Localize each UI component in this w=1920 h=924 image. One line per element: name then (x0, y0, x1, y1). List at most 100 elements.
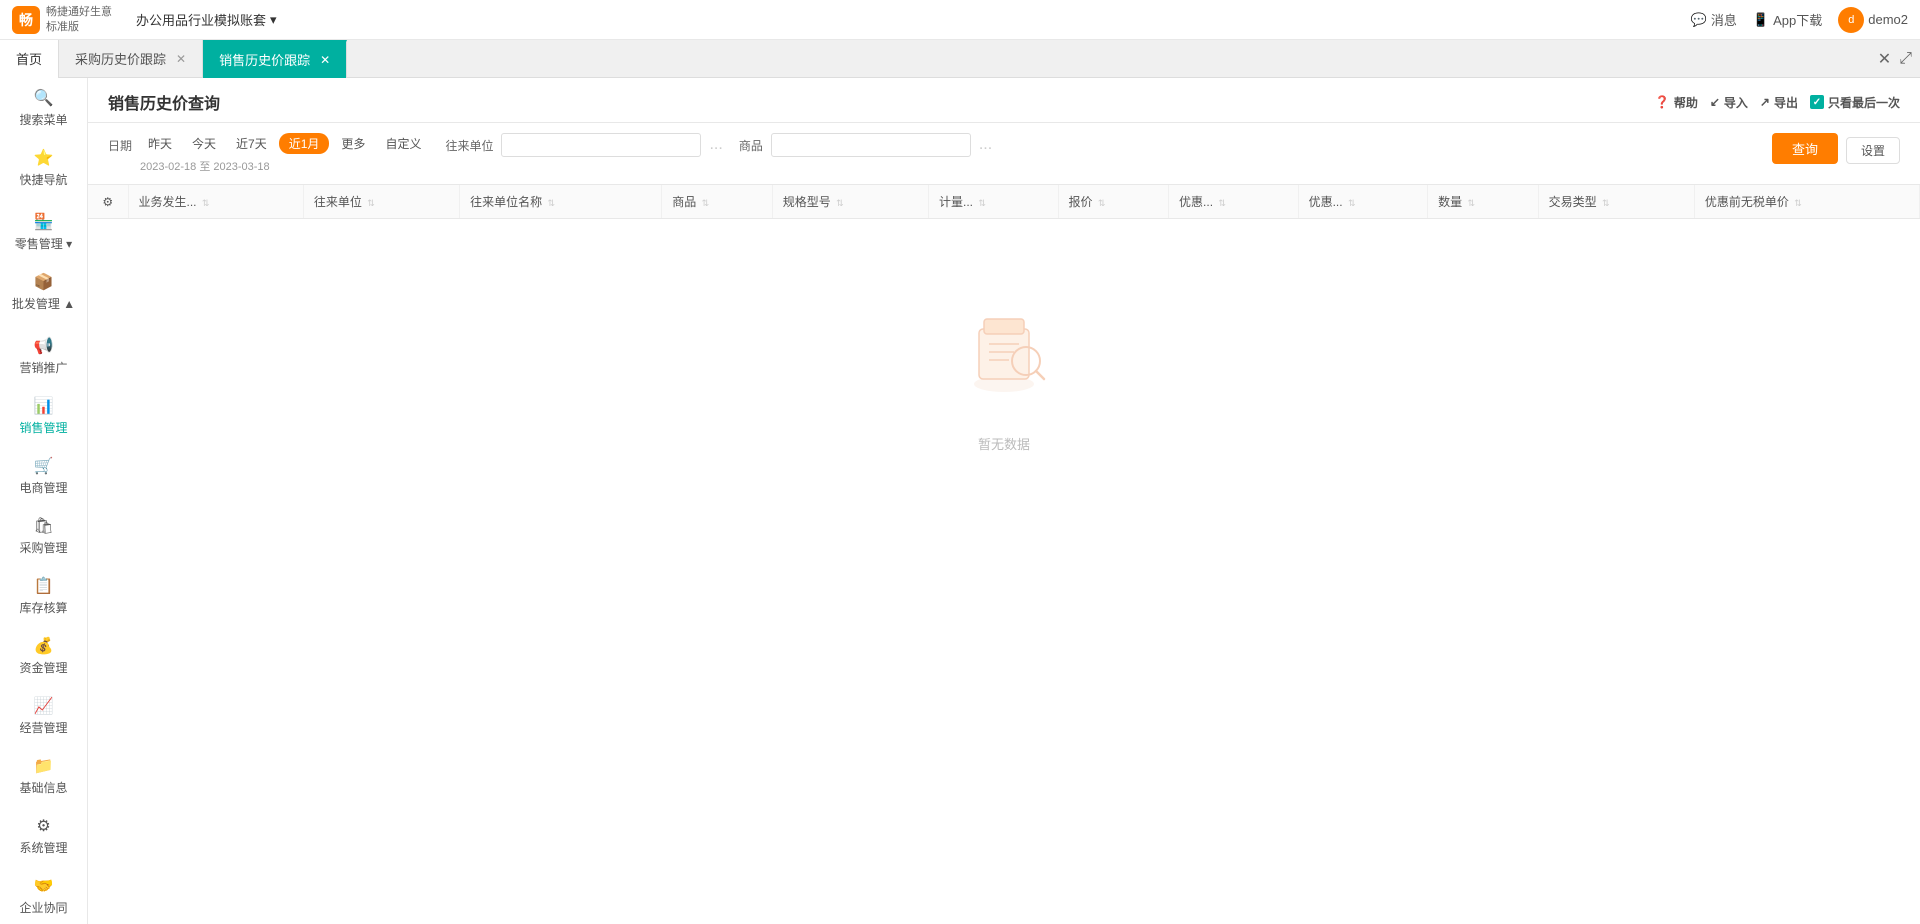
partner-input[interactable] (501, 133, 701, 157)
sort-icon-1: ⇅ (202, 198, 210, 208)
empty-state: 暂无数据 (88, 219, 1920, 533)
sidebar: 🔍 搜索菜单 ⭐ 快捷导航 🏪 零售管理 ▾ 📦 批发管理 ▲ 📢 营销推广 (0, 78, 88, 924)
sidebar-item-ecommerce[interactable]: 🛒 电商管理 (0, 446, 87, 506)
chevron-down-icon: ▾ (270, 12, 277, 28)
partner-search-icon[interactable]: ... (709, 136, 722, 154)
topbar: 畅 畅捷通好生意 标准版 办公用品行业模拟账套 ▾ 💬 消息 📱 App下载 d… (0, 0, 1920, 40)
ecommerce-icon: 🛒 (4, 456, 83, 476)
partner-filter-group: 往来单位 ... (445, 133, 722, 157)
th-pretax-price[interactable]: 优惠前无税单价 ⇅ (1694, 185, 1919, 219)
th-partner-code[interactable]: 往来单位 ⇅ (303, 185, 459, 219)
export-icon: ↗ (1760, 95, 1770, 109)
close-window-button[interactable]: ✕ (1878, 49, 1891, 69)
sidebar-item-retail[interactable]: 🏪 零售管理 ▾ (0, 202, 87, 262)
date-custom[interactable]: 自定义 (377, 133, 429, 154)
product-search-icon[interactable]: ... (979, 136, 992, 154)
th-quote-price[interactable]: 报价 ⇅ (1058, 185, 1168, 219)
tab-purchase-close[interactable]: ✕ (176, 52, 186, 66)
page-header: 销售历史价查询 ❓ 帮助 ↙ 导入 ↗ 导出 ✓ (88, 78, 1920, 123)
filter-bar: 日期 昨天 今天 近7天 近1月 更多 自定义 2023-02-18 至 202… (88, 123, 1920, 185)
date-more[interactable]: 更多 (333, 133, 373, 154)
th-spec[interactable]: 规格型号 ⇅ (772, 185, 928, 219)
sales-icon: 📊 (4, 396, 83, 416)
page-title: 销售历史价查询 (108, 90, 220, 114)
date-today[interactable]: 今天 (184, 133, 224, 154)
sort-icon-7: ⇅ (1098, 198, 1106, 208)
empty-icon (954, 299, 1054, 418)
sort-icon-12: ⇅ (1794, 198, 1802, 208)
product-input[interactable] (771, 133, 971, 157)
date-yesterday[interactable]: 昨天 (140, 133, 180, 154)
sort-icon-4: ⇅ (702, 198, 710, 208)
tab-home[interactable]: 首页 (0, 40, 59, 78)
date-7days[interactable]: 近7天 (228, 133, 275, 154)
th-quantity[interactable]: 数量 ⇅ (1428, 185, 1538, 219)
user-menu[interactable]: d demo2 (1838, 7, 1908, 33)
th-product[interactable]: 商品 ⇅ (662, 185, 772, 219)
sidebar-item-wholesale[interactable]: 📦 批发管理 ▲ (0, 262, 87, 322)
purchase-icon: 🛍 (4, 516, 83, 536)
date-label: 日期 (108, 133, 132, 154)
th-discount1[interactable]: 优惠... ⇅ (1169, 185, 1299, 219)
product-filter-group: 商品 ... (739, 133, 992, 157)
date-1month[interactable]: 近1月 (279, 133, 330, 154)
sidebar-item-sales[interactable]: 📊 销售管理 (0, 386, 87, 446)
maximize-button[interactable]: ⤢ (1899, 50, 1912, 68)
message-button[interactable]: 💬 消息 (1691, 10, 1737, 29)
marketing-icon: 📢 (4, 336, 83, 356)
sidebar-item-marketing[interactable]: 📢 营销推广 (0, 326, 87, 386)
app-download-button[interactable]: 📱 App下载 (1753, 10, 1822, 29)
sidebar-item-purchase[interactable]: 🛍 采购管理 (0, 506, 87, 566)
sidebar-item-finance[interactable]: 💰 资金管理 (0, 626, 87, 686)
app-selector[interactable]: 办公用品行业模拟账套 ▾ (136, 10, 277, 29)
tabbar: 首页 采购历史价跟踪 ✕ 销售历史价跟踪 ✕ ✕ ⤢ (0, 40, 1920, 78)
sidebar-item-search[interactable]: 🔍 搜索菜单 (0, 78, 87, 138)
tab-sales[interactable]: 销售历史价跟踪 ✕ (203, 40, 347, 78)
query-button[interactable]: 查询 (1772, 133, 1838, 164)
tab-purchase-label: 采购历史价跟踪 (75, 49, 166, 68)
th-partner-name[interactable]: 往来单位名称 ⇅ (460, 185, 662, 219)
avatar: d (1838, 7, 1864, 33)
finance-icon: 💰 (4, 636, 83, 656)
th-unit[interactable]: 计量... ⇅ (928, 185, 1058, 219)
sort-icon-11: ⇅ (1602, 198, 1610, 208)
tab-purchase[interactable]: 采购历史价跟踪 ✕ (59, 40, 203, 78)
help-button[interactable]: ❓ 帮助 (1655, 94, 1698, 111)
th-trade-type[interactable]: 交易类型 ⇅ (1538, 185, 1694, 219)
sidebar-item-inventory[interactable]: 📋 库存核算 (0, 566, 87, 626)
operations-icon: 📈 (4, 696, 83, 716)
sidebar-item-system[interactable]: ⚙ 系统管理 (0, 806, 87, 866)
partner-label: 往来单位 (445, 133, 493, 154)
table-header: ⚙ 业务发生... ⇅ 往来单位 ⇅ 往来单位名称 ⇅ (88, 185, 1920, 219)
sidebar-item-shortcut[interactable]: ⭐ 快捷导航 (0, 138, 87, 198)
tab-sales-close[interactable]: ✕ (320, 53, 330, 67)
sidebar-item-basic-info[interactable]: 📁 基础信息 (0, 746, 87, 806)
main-layout: 🔍 搜索菜单 ⭐ 快捷导航 🏪 零售管理 ▾ 📦 批发管理 ▲ 📢 营销推广 (0, 78, 1920, 924)
sidebar-item-operations[interactable]: 📈 经营管理 (0, 686, 87, 746)
th-discount2[interactable]: 优惠... ⇅ (1298, 185, 1428, 219)
sort-icon-5: ⇅ (836, 198, 844, 208)
message-icon: 💬 (1691, 12, 1707, 28)
export-button[interactable]: ↗ 导出 (1760, 94, 1798, 111)
inventory-icon: 📋 (4, 576, 83, 596)
sort-icon-2: ⇅ (367, 198, 375, 208)
page-title-actions: ❓ 帮助 ↙ 导入 ↗ 导出 ✓ 只看最后一次 (1655, 94, 1900, 111)
sort-icon-10: ⇅ (1468, 198, 1476, 208)
enterprise-icon: 🤝 (4, 876, 83, 896)
settings-button[interactable]: 设置 (1846, 137, 1900, 164)
filter-actions: 查询 设置 (1772, 133, 1900, 164)
retail-icon: 🏪 (4, 212, 83, 232)
sort-icon-3: ⇅ (548, 198, 556, 208)
sort-icon-9: ⇅ (1348, 198, 1356, 208)
date-filter-group: 日期 昨天 今天 近7天 近1月 更多 自定义 2023-02-18 至 202… (108, 133, 429, 174)
sidebar-item-enterprise[interactable]: 🤝 企业协同 (0, 866, 87, 924)
th-business-date[interactable]: 业务发生... ⇅ (128, 185, 303, 219)
th-settings[interactable]: ⚙ (88, 185, 128, 219)
only-last-checkbox[interactable]: ✓ 只看最后一次 (1810, 94, 1900, 111)
help-icon: ❓ (1655, 95, 1670, 109)
import-button[interactable]: ↙ 导入 (1710, 94, 1748, 111)
date-range-display: 2023-02-18 至 2023-03-18 (140, 158, 429, 174)
chevron-icon-2: ▲ (63, 297, 75, 311)
topbar-right: 💬 消息 📱 App下载 d demo2 (1691, 7, 1908, 33)
empty-text: 暂无数据 (978, 434, 1030, 453)
